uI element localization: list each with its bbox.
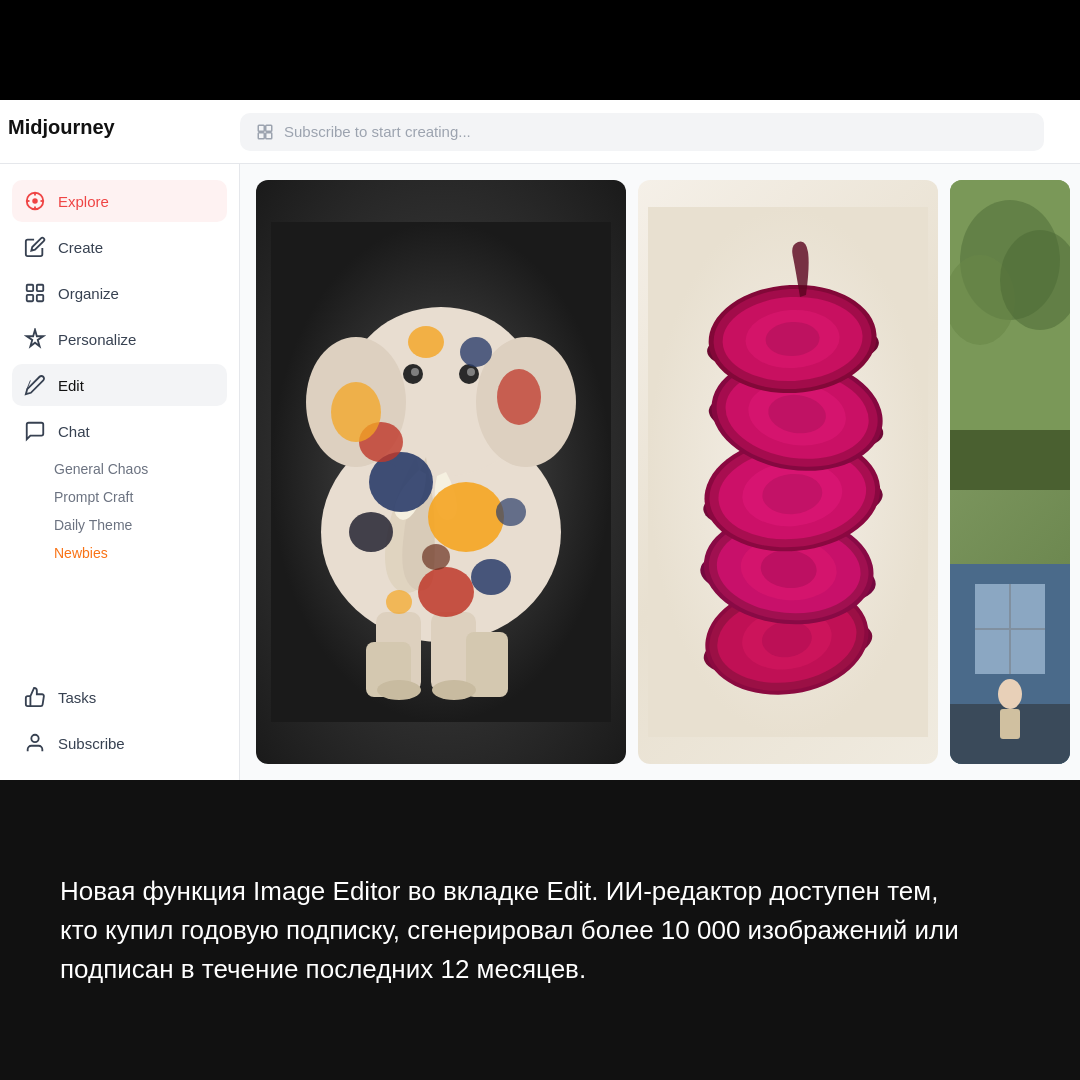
image-card-beet[interactable] [638, 180, 938, 764]
chat-label: Chat [58, 423, 90, 440]
elephant-image [256, 180, 626, 764]
chat-icon [24, 420, 46, 442]
edit-label: Edit [58, 377, 84, 394]
card3-top-image [950, 180, 1070, 564]
chat-sub-newbies[interactable]: Newbies [46, 540, 227, 566]
subscribe-icon [24, 732, 46, 754]
svg-point-41 [422, 544, 450, 570]
organize-icon [24, 282, 46, 304]
svg-point-43 [386, 590, 412, 614]
image-grid [240, 164, 1080, 780]
svg-point-26 [432, 680, 476, 700]
beet-image [638, 180, 938, 764]
svg-rect-13 [37, 295, 43, 301]
search-icon [256, 123, 274, 141]
sidebar-bottom: Tasks Subscribe [12, 676, 227, 764]
card3-bottom-image [950, 564, 1070, 764]
svg-point-42 [496, 498, 526, 526]
tasks-icon [24, 686, 46, 708]
create-icon [24, 236, 46, 258]
svg-rect-10 [27, 285, 33, 291]
svg-rect-79 [950, 430, 1070, 490]
svg-rect-12 [27, 295, 33, 301]
svg-rect-0 [258, 125, 264, 131]
sidebar-item-edit[interactable]: Edit [12, 364, 227, 406]
svg-point-85 [998, 679, 1022, 709]
bottom-description: Новая функция Image Editor во вкладке Ed… [60, 872, 960, 989]
sidebar-item-chat[interactable]: Chat [12, 410, 227, 452]
svg-point-31 [428, 482, 504, 552]
chat-sub-general-chaos[interactable]: General Chaos [46, 456, 227, 482]
sidebar-item-subscribe[interactable]: Subscribe [12, 722, 227, 764]
content-area [240, 164, 1080, 780]
sidebar-item-tasks[interactable]: Tasks [12, 676, 227, 718]
svg-point-30 [467, 368, 475, 376]
main-layout: Explore Create [0, 164, 1080, 780]
svg-rect-3 [266, 132, 272, 138]
organize-label: Organize [58, 285, 119, 302]
svg-rect-2 [258, 132, 264, 138]
svg-point-33 [418, 567, 474, 617]
app-container: Midjourney Subscribe to start creating..… [0, 100, 1080, 780]
svg-point-38 [349, 512, 393, 552]
svg-point-5 [32, 198, 38, 204]
top-bar [0, 0, 1080, 100]
svg-point-15 [31, 735, 38, 742]
explore-label: Explore [58, 193, 109, 210]
sidebar-item-organize[interactable]: Organize [12, 272, 227, 314]
svg-point-40 [497, 369, 541, 425]
svg-rect-11 [37, 285, 43, 291]
image-card-elephant[interactable] [256, 180, 626, 764]
sidebar-item-personalize[interactable]: Personalize [12, 318, 227, 360]
image-card-partial[interactable] [950, 180, 1070, 764]
svg-point-34 [471, 559, 511, 595]
svg-rect-1 [266, 125, 272, 131]
app-logo: Midjourney [0, 108, 240, 155]
bottom-section: Новая функция Image Editor во вкладке Ed… [0, 780, 1080, 1080]
svg-rect-86 [1000, 709, 1020, 739]
svg-point-29 [411, 368, 419, 376]
search-placeholder: Subscribe to start creating... [284, 123, 471, 140]
create-label: Create [58, 239, 103, 256]
personalize-icon [24, 328, 46, 350]
header: Midjourney Subscribe to start creating..… [0, 100, 1080, 164]
svg-point-25 [377, 680, 421, 700]
chat-sub-daily-theme[interactable]: Daily Theme [46, 512, 227, 538]
sidebar-item-create[interactable]: Create [12, 226, 227, 268]
svg-point-36 [408, 326, 444, 358]
explore-icon [24, 190, 46, 212]
personalize-label: Personalize [58, 331, 136, 348]
svg-point-37 [460, 337, 492, 367]
tasks-label: Tasks [58, 689, 96, 706]
sidebar-item-explore[interactable]: Explore [12, 180, 227, 222]
search-bar[interactable]: Subscribe to start creating... [240, 113, 1044, 151]
chat-sub-items: General Chaos Prompt Craft Daily Theme N… [46, 456, 227, 566]
chat-sub-prompt-craft[interactable]: Prompt Craft [46, 484, 227, 510]
svg-point-39 [331, 382, 381, 442]
subscribe-label: Subscribe [58, 735, 125, 752]
edit-icon [24, 374, 46, 396]
sidebar-header-space: Midjourney [0, 108, 240, 155]
sidebar: Explore Create [0, 164, 240, 780]
